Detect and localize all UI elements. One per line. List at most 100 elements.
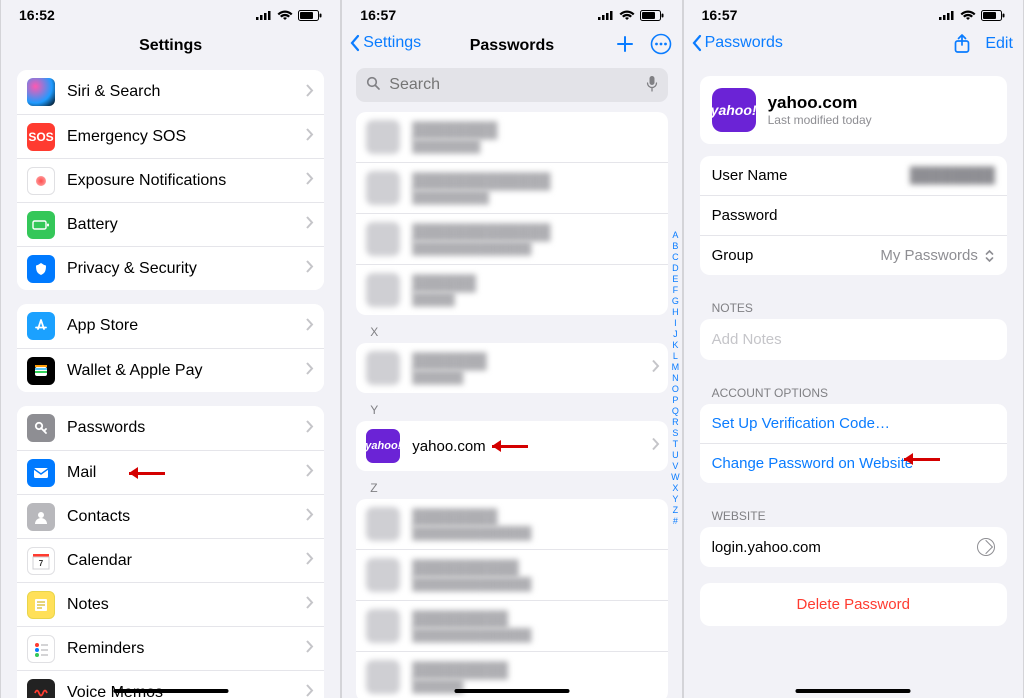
index-letter[interactable]: N	[671, 373, 680, 384]
site-title: yahoo.com	[768, 93, 872, 113]
password-item[interactable]: ████████████████	[356, 112, 667, 162]
index-letter[interactable]: L	[671, 351, 680, 362]
index-letter[interactable]: K	[671, 340, 680, 351]
index-letter[interactable]: T	[671, 439, 680, 450]
password-item[interactable]: ███████████████████████	[356, 600, 667, 651]
row-label: Exposure Notifications	[67, 172, 300, 190]
index-letter[interactable]: Q	[671, 406, 680, 417]
settings-row-contacts[interactable]: Contacts	[17, 494, 324, 538]
password-item[interactable]: █████████████	[356, 343, 667, 393]
search-field[interactable]	[356, 68, 667, 102]
index-letter[interactable]: A	[671, 230, 680, 241]
index-letter[interactable]: H	[671, 307, 680, 318]
chevron-right-icon	[306, 508, 314, 525]
notes-group[interactable]: Add Notes	[700, 319, 1007, 360]
settings-row-siri[interactable]: Siri & Search	[17, 70, 324, 114]
index-letter[interactable]: C	[671, 252, 680, 263]
settings-row-notes[interactable]: Notes	[17, 582, 324, 626]
add-button[interactable]	[614, 33, 636, 55]
section-z: Z	[342, 479, 681, 499]
password-item[interactable]: ███████████████████████████	[356, 213, 667, 264]
back-label: Passwords	[705, 34, 783, 52]
settings-row-appstore[interactable]: App Store	[17, 304, 324, 348]
index-letter[interactable]: J	[671, 329, 680, 340]
settings-row-calendar[interactable]: 7 Calendar	[17, 538, 324, 582]
settings-row-wallet[interactable]: Wallet & Apple Pay	[17, 348, 324, 392]
setup-verification-link[interactable]: Set Up Verification Code…	[700, 404, 1007, 443]
index-letter[interactable]: B	[671, 241, 680, 252]
password-row[interactable]: Password	[700, 195, 1007, 235]
more-button[interactable]	[650, 33, 672, 55]
settings-row-exposure[interactable]: Exposure Notifications	[17, 158, 324, 202]
notes-placeholder[interactable]: Add Notes	[700, 319, 1007, 360]
calendar-icon: 7	[27, 547, 55, 575]
chevron-right-icon	[306, 464, 314, 481]
home-indicator[interactable]	[113, 689, 228, 693]
edit-button[interactable]: Edit	[985, 35, 1013, 53]
signal-icon	[939, 10, 955, 21]
row-label: Siri & Search	[67, 83, 300, 101]
password-item[interactable]: ████████████████████████	[356, 549, 667, 600]
password-item[interactable]: ██████████████████████	[356, 499, 667, 549]
index-letter[interactable]: X	[671, 483, 680, 494]
row-label: Emergency SOS	[67, 128, 300, 146]
wifi-icon	[960, 10, 976, 21]
username-value: ████████	[910, 167, 995, 184]
mic-icon[interactable]	[646, 75, 658, 96]
index-letter[interactable]: I	[671, 318, 680, 329]
index-letter[interactable]: G	[671, 296, 680, 307]
settings-row-privacy[interactable]: Privacy & Security	[17, 246, 324, 290]
index-letter[interactable]: M	[671, 362, 680, 373]
nav-header: Passwords Edit	[684, 30, 1023, 66]
password-item[interactable]: ██████████████████████	[356, 162, 667, 213]
battery-icon	[640, 10, 664, 21]
password-item[interactable]: ███████████	[356, 264, 667, 315]
row-label: Calendar	[67, 552, 300, 570]
index-letter[interactable]: #	[671, 516, 680, 527]
home-indicator[interactable]	[796, 689, 911, 693]
index-letter[interactable]: S	[671, 428, 680, 439]
index-letter[interactable]: F	[671, 285, 680, 296]
home-indicator[interactable]	[454, 689, 569, 693]
index-letter[interactable]: Y	[671, 494, 680, 505]
index-letter[interactable]: O	[671, 384, 680, 395]
nav-header: Settings	[1, 30, 340, 66]
index-letter[interactable]: D	[671, 263, 680, 274]
share-button[interactable]	[953, 33, 971, 55]
row-label: Mail	[67, 464, 300, 482]
settings-row-reminders[interactable]: Reminders	[17, 626, 324, 670]
status-bar: 16:57	[684, 0, 1023, 30]
password-item-yahoo[interactable]: yahoo! yahoo.com	[356, 421, 667, 471]
back-button[interactable]: Settings	[350, 34, 421, 52]
svg-text:7: 7	[39, 559, 44, 568]
index-letter[interactable]: R	[671, 417, 680, 428]
search-input[interactable]	[387, 75, 639, 95]
index-letter[interactable]: Z	[671, 505, 680, 516]
status-time: 16:52	[19, 7, 55, 23]
change-password-link[interactable]: Change Password on Website	[700, 443, 1007, 483]
settings-content: Siri & Search SOS Emergency SOS Exposure…	[1, 66, 340, 698]
row-label: Privacy & Security	[67, 260, 300, 278]
status-bar: 16:52	[1, 0, 340, 30]
section-y: Y	[342, 401, 681, 421]
index-letter[interactable]: E	[671, 274, 680, 285]
index-letter[interactable]: V	[671, 461, 680, 472]
chevron-left-icon	[350, 34, 361, 52]
website-row[interactable]: login.yahoo.com	[700, 527, 1007, 567]
username-row[interactable]: User Name ████████	[700, 156, 1007, 195]
settings-row-emergency-sos[interactable]: SOS Emergency SOS	[17, 114, 324, 158]
settings-row-voicememos[interactable]: Voice Memos	[17, 670, 324, 698]
row-label: Reminders	[67, 640, 300, 658]
safari-icon	[977, 538, 995, 556]
alphabet-index[interactable]: ABCDEFGHIJKLMNOPQRSTUVWXYZ#	[671, 230, 680, 527]
settings-row-passwords[interactable]: Passwords	[17, 406, 324, 450]
delete-password-button[interactable]: Delete Password	[700, 583, 1007, 626]
index-letter[interactable]: W	[671, 472, 680, 483]
page-title: Settings	[139, 37, 202, 55]
index-letter[interactable]: P	[671, 395, 680, 406]
index-letter[interactable]: U	[671, 450, 680, 461]
group-row[interactable]: Group My Passwords	[700, 235, 1007, 275]
back-button[interactable]: Passwords	[692, 34, 783, 52]
settings-row-battery[interactable]: Battery	[17, 202, 324, 246]
settings-row-mail[interactable]: Mail	[17, 450, 324, 494]
